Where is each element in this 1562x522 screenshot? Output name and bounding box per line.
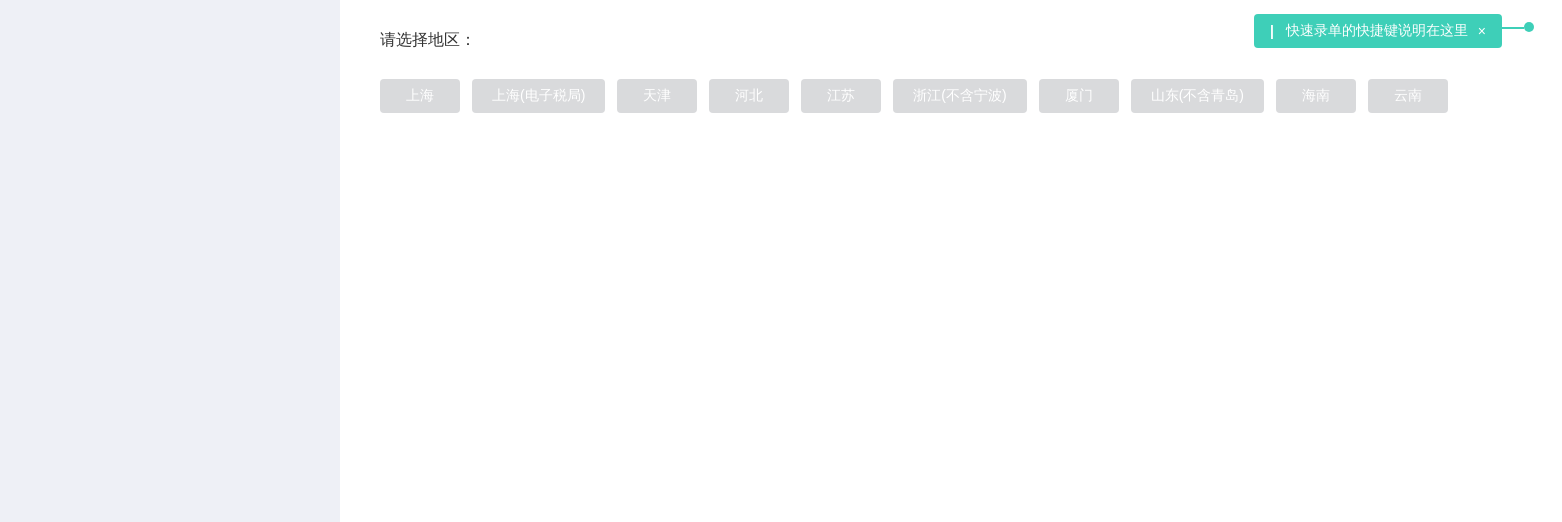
region-btn-shandong[interactable]: 山东(不含青岛) xyxy=(1131,79,1264,113)
region-btn-hebei[interactable]: 河北 xyxy=(709,79,789,113)
region-buttons: 上海上海(电子税局) 天津河北江苏浙江(不含宁波) 厦门山东(不含青岛) 海南云南 xyxy=(380,79,1522,113)
tooltip-dot xyxy=(1524,22,1534,32)
region-btn-tianjin[interactable]: 天津 xyxy=(617,79,697,113)
region-btn-hainan[interactable]: 海南 xyxy=(1276,79,1356,113)
tooltip-line xyxy=(1499,27,1524,29)
region-btn-shanghai-etax[interactable]: 上海(电子税局) xyxy=(472,79,605,113)
tooltip-close-button[interactable]: × xyxy=(1478,23,1486,39)
region-btn-shanghai[interactable]: 上海 xyxy=(380,79,460,113)
tooltip-text: 快速录单的快捷键说明在这里 xyxy=(1286,22,1468,40)
region-btn-jiangsu[interactable]: 江苏 xyxy=(801,79,881,113)
region-btn-zhejiang[interactable]: 浙江(不含宁波) xyxy=(893,79,1026,113)
region-btn-yunnan[interactable]: 云南 xyxy=(1368,79,1448,113)
region-btn-xiamen[interactable]: 厦门 xyxy=(1039,79,1119,113)
main-content: 请选择地区： 上海上海(电子税局)天津河北江苏浙江(不含宁波)厦门山东(不含青岛… xyxy=(340,0,1562,522)
sidebar xyxy=(0,0,340,522)
tooltip-banner: 快速录单的快捷键说明在这里 × xyxy=(1254,14,1502,48)
